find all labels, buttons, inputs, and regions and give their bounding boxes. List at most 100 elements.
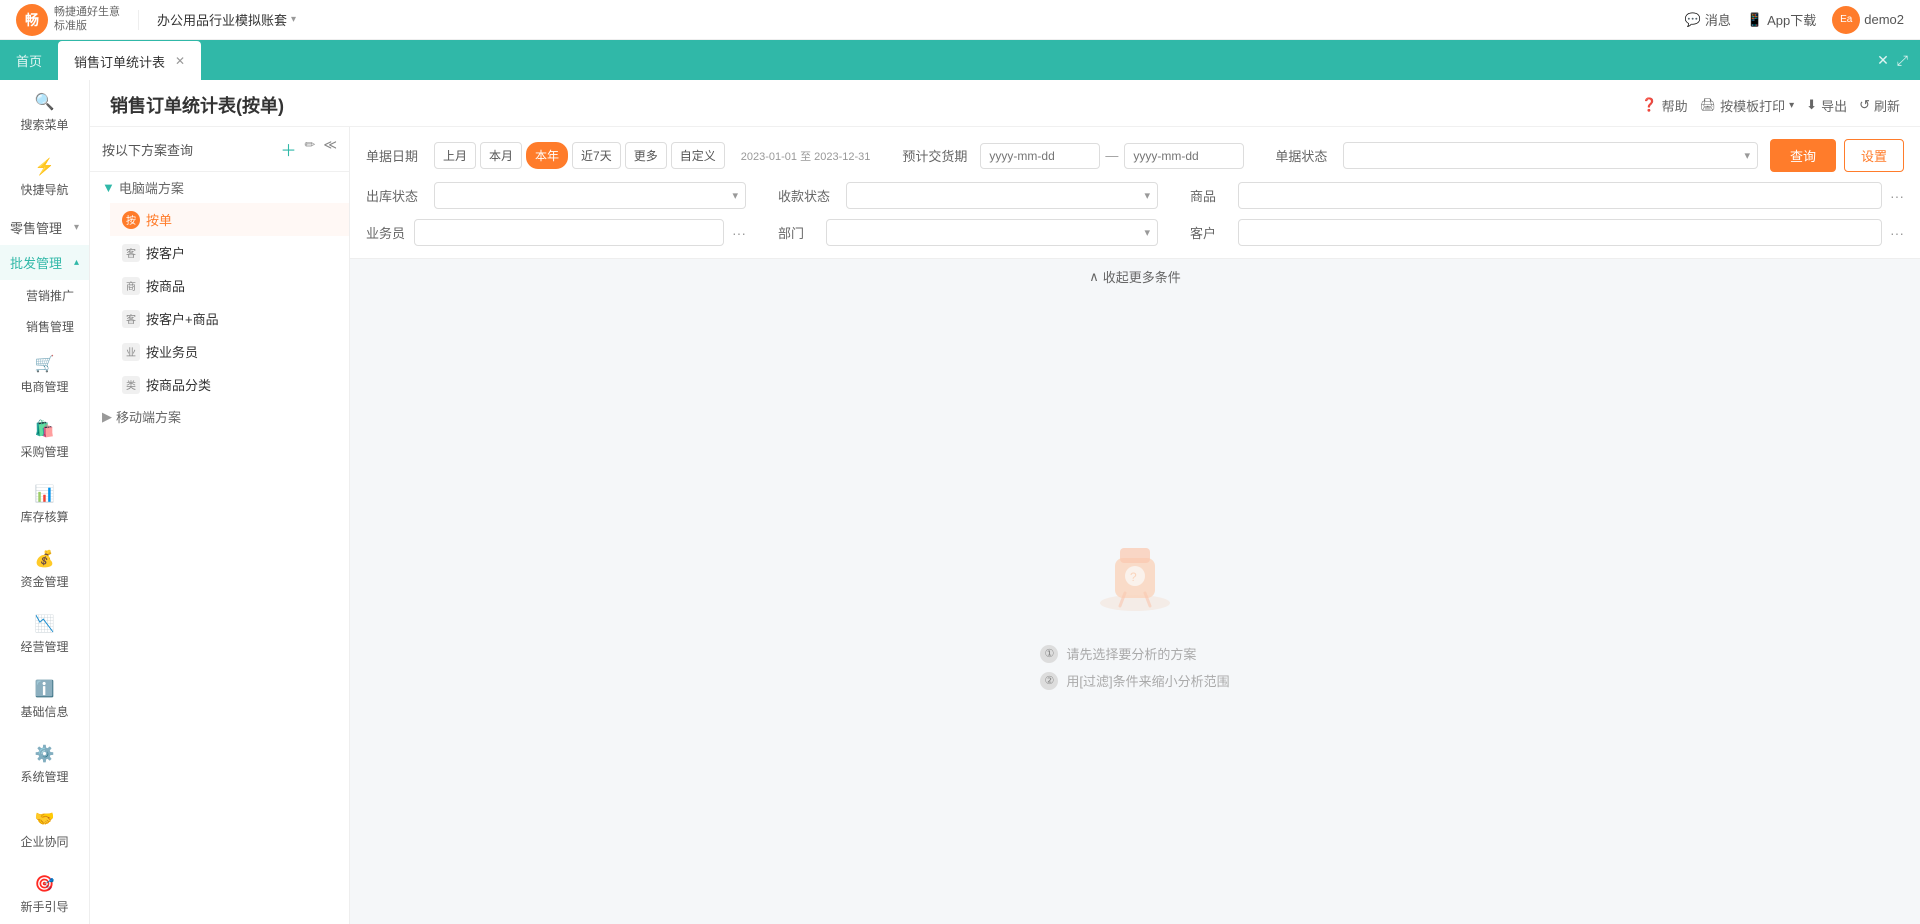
department-select[interactable] xyxy=(826,219,1158,246)
inventory-icon: 📊 xyxy=(35,484,55,504)
btn-this-year[interactable]: 本年 xyxy=(526,142,568,169)
delivery-date-end[interactable] xyxy=(1124,143,1244,169)
customer-input[interactable] xyxy=(1238,219,1882,246)
collapse-toggle[interactable]: ∧ 收起更多条件 xyxy=(350,259,1920,294)
sidebar-item-marketing[interactable]: 营销推广 xyxy=(16,280,89,311)
tree-item-by-salesperson[interactable]: 业 按业务员 xyxy=(110,335,349,368)
btn-this-month[interactable]: 本月 xyxy=(480,142,522,169)
btn-last-month[interactable]: 上月 xyxy=(434,142,476,169)
goods-input[interactable] xyxy=(1238,182,1882,209)
collapse-icon: ∧ xyxy=(1089,269,1099,285)
edit-scheme-icon[interactable]: ✏ xyxy=(304,137,315,161)
template-print-button[interactable]: 🖨 按模板打印 ▾ xyxy=(1700,96,1795,115)
sidebar-item-search[interactable]: 🔍 搜索菜单 xyxy=(0,80,89,145)
tree-item-by-customer-product[interactable]: 客 按客户+商品 xyxy=(110,302,349,335)
btn-last-7-days[interactable]: 近7天 xyxy=(572,142,621,169)
sidebar-item-system[interactable]: ⚙️ 系统管理 xyxy=(0,732,89,797)
tab-close-icon[interactable]: ✕ xyxy=(175,54,185,68)
sidebar-item-enterprise[interactable]: 🤝 企业协同 xyxy=(0,797,89,862)
page-header: 销售订单统计表(按单) ❓ 帮助 🖨 按模板打印 ▾ ⬇ 导出 ↺ 刷新 xyxy=(90,80,1920,127)
delivery-date-label: 预计交货期 xyxy=(902,146,972,165)
btn-more[interactable]: 更多 xyxy=(625,142,667,169)
sidebar-item-ecommerce[interactable]: 🛒 电商管理 xyxy=(0,342,89,407)
bill-status-select[interactable] xyxy=(1343,142,1758,169)
goods-more-icon[interactable]: ··· xyxy=(1890,188,1904,204)
company-selector[interactable]: 办公用品行业模拟账套 ▾ xyxy=(157,10,296,29)
sidebar: 🔍 搜索菜单 ⚡ 快捷导航 零售管理 ▾ 批发管理 ▴ 营销推广 销售管理 🛒 … xyxy=(0,80,90,924)
department-label: 部门 xyxy=(778,223,818,242)
tree-mobile-expand-icon: ▶ xyxy=(102,409,112,425)
by-cp-icon: 客 xyxy=(122,310,140,328)
help-icon: ❓ xyxy=(1641,97,1657,113)
salesperson-input[interactable] xyxy=(414,219,724,246)
receipt-status-label: 收款状态 xyxy=(778,186,838,205)
delivery-date-start[interactable] xyxy=(980,143,1100,169)
tree-item-by-order[interactable]: 按 按单 xyxy=(110,203,349,236)
customer-more-icon[interactable]: ··· xyxy=(1890,225,1904,241)
delivery-status-select-wrap xyxy=(434,182,746,209)
sidebar-item-sales[interactable]: 销售管理 xyxy=(16,311,89,342)
filter-delivery-status-field: 出库状态 xyxy=(366,182,746,209)
export-button[interactable]: ⬇ 导出 xyxy=(1806,96,1847,115)
left-panel-icons: ＋ ✏ ≪ xyxy=(280,137,337,161)
date-label: 单据日期 xyxy=(366,146,426,165)
empty-tip-1: ① 请先选择要分析的方案 xyxy=(1040,644,1229,663)
delivery-status-label: 出库状态 xyxy=(366,186,426,205)
sidebar-item-quick-nav[interactable]: ⚡ 快捷导航 xyxy=(0,145,89,210)
collapse-panel-icon[interactable]: ≪ xyxy=(323,137,337,161)
filter-row-3: 业务员 ··· 部门 xyxy=(366,219,1904,246)
sidebar-item-retail[interactable]: 零售管理 ▾ xyxy=(0,210,89,245)
filter-section: 单据日期 上月 本月 本年 近7天 更多 自定义 2023-01-01 至 20… xyxy=(350,127,1920,259)
receipt-status-select[interactable] xyxy=(846,182,1158,209)
minimize-icon[interactable]: ✕ xyxy=(1877,52,1889,69)
tab-sales-stats[interactable]: 销售订单统计表 ✕ xyxy=(58,41,201,81)
tree-desktop-items: 按 按单 客 按客户 商 按商品 客 按客户+商品 xyxy=(90,203,349,401)
filter-department-field: 部门 xyxy=(778,219,1158,246)
chevron-down-icon: ▾ xyxy=(291,14,296,25)
sidebar-item-wholesale[interactable]: 批发管理 ▴ xyxy=(0,245,89,280)
retail-arrow-icon: ▾ xyxy=(74,222,79,233)
app-download-button[interactable]: 📱 App下载 xyxy=(1747,10,1816,29)
help-button[interactable]: ❓ 帮助 xyxy=(1641,96,1687,115)
date-quick-buttons: 上月 本月 本年 近7天 更多 自定义 xyxy=(434,142,725,169)
expand-icon[interactable]: ⤢ xyxy=(1897,52,1908,69)
left-panel-header: 按以下方案查询 ＋ ✏ ≪ xyxy=(90,127,349,172)
sidebar-item-finance[interactable]: 💰 资金管理 xyxy=(0,537,89,602)
message-icon: 💬 xyxy=(1685,12,1701,28)
sidebar-item-inventory[interactable]: 📊 库存核算 xyxy=(0,472,89,537)
btn-custom[interactable]: 自定义 xyxy=(671,142,725,169)
enterprise-icon: 🤝 xyxy=(35,809,55,829)
sidebar-item-purchase[interactable]: 🛍️ 采购管理 xyxy=(0,407,89,472)
tree-item-by-product[interactable]: 商 按商品 xyxy=(110,269,349,302)
user-menu[interactable]: Ea demo2 xyxy=(1832,6,1904,34)
tree-expand-icon: ▼ xyxy=(102,180,115,195)
salesperson-more-icon[interactable]: ··· xyxy=(732,225,746,241)
query-button[interactable]: 查询 xyxy=(1770,139,1836,172)
date-range-display: 2023-01-01 至 2023-12-31 xyxy=(741,148,871,164)
tree-desktop-group[interactable]: ▼ 电脑端方案 xyxy=(90,172,349,203)
tree-mobile-group[interactable]: ▶ 移动端方案 xyxy=(90,401,349,432)
tree-item-by-customer[interactable]: 客 按客户 xyxy=(110,236,349,269)
delivery-date-range: 📅 — 📅 xyxy=(980,143,1243,169)
receipt-status-select-wrap xyxy=(846,182,1158,209)
purchase-icon: 🛍️ xyxy=(35,419,55,439)
avatar: Ea xyxy=(1832,6,1860,34)
filter-date-field: 单据日期 上月 本月 本年 近7天 更多 自定义 xyxy=(366,142,725,169)
add-scheme-icon[interactable]: ＋ xyxy=(280,137,296,161)
settings-button[interactable]: 设置 xyxy=(1844,139,1904,172)
sidebar-item-newbie[interactable]: 🎯 新手引导 xyxy=(0,862,89,924)
delivery-status-select[interactable] xyxy=(434,182,746,209)
bill-status-select-wrap xyxy=(1343,142,1758,169)
sidebar-item-operations[interactable]: 📉 经营管理 xyxy=(0,602,89,667)
sidebar-item-basics[interactable]: ℹ️ 基础信息 xyxy=(0,667,89,732)
message-button[interactable]: 💬 消息 xyxy=(1685,10,1731,29)
logo-area: 畅 畅捷通好生意 标准版 xyxy=(16,4,120,36)
refresh-button[interactable]: ↺ 刷新 xyxy=(1859,96,1900,115)
logo-text: 畅捷通好生意 标准版 xyxy=(54,6,120,32)
tab-home[interactable]: 首页 xyxy=(0,40,58,80)
bill-status-label: 单据状态 xyxy=(1275,146,1335,165)
svg-text:?: ? xyxy=(1130,570,1137,584)
tree-item-by-category[interactable]: 类 按商品分类 xyxy=(110,368,349,401)
ecommerce-icon: 🛒 xyxy=(35,354,55,374)
tab-bar-actions: ✕ ⤢ xyxy=(1877,52,1920,69)
